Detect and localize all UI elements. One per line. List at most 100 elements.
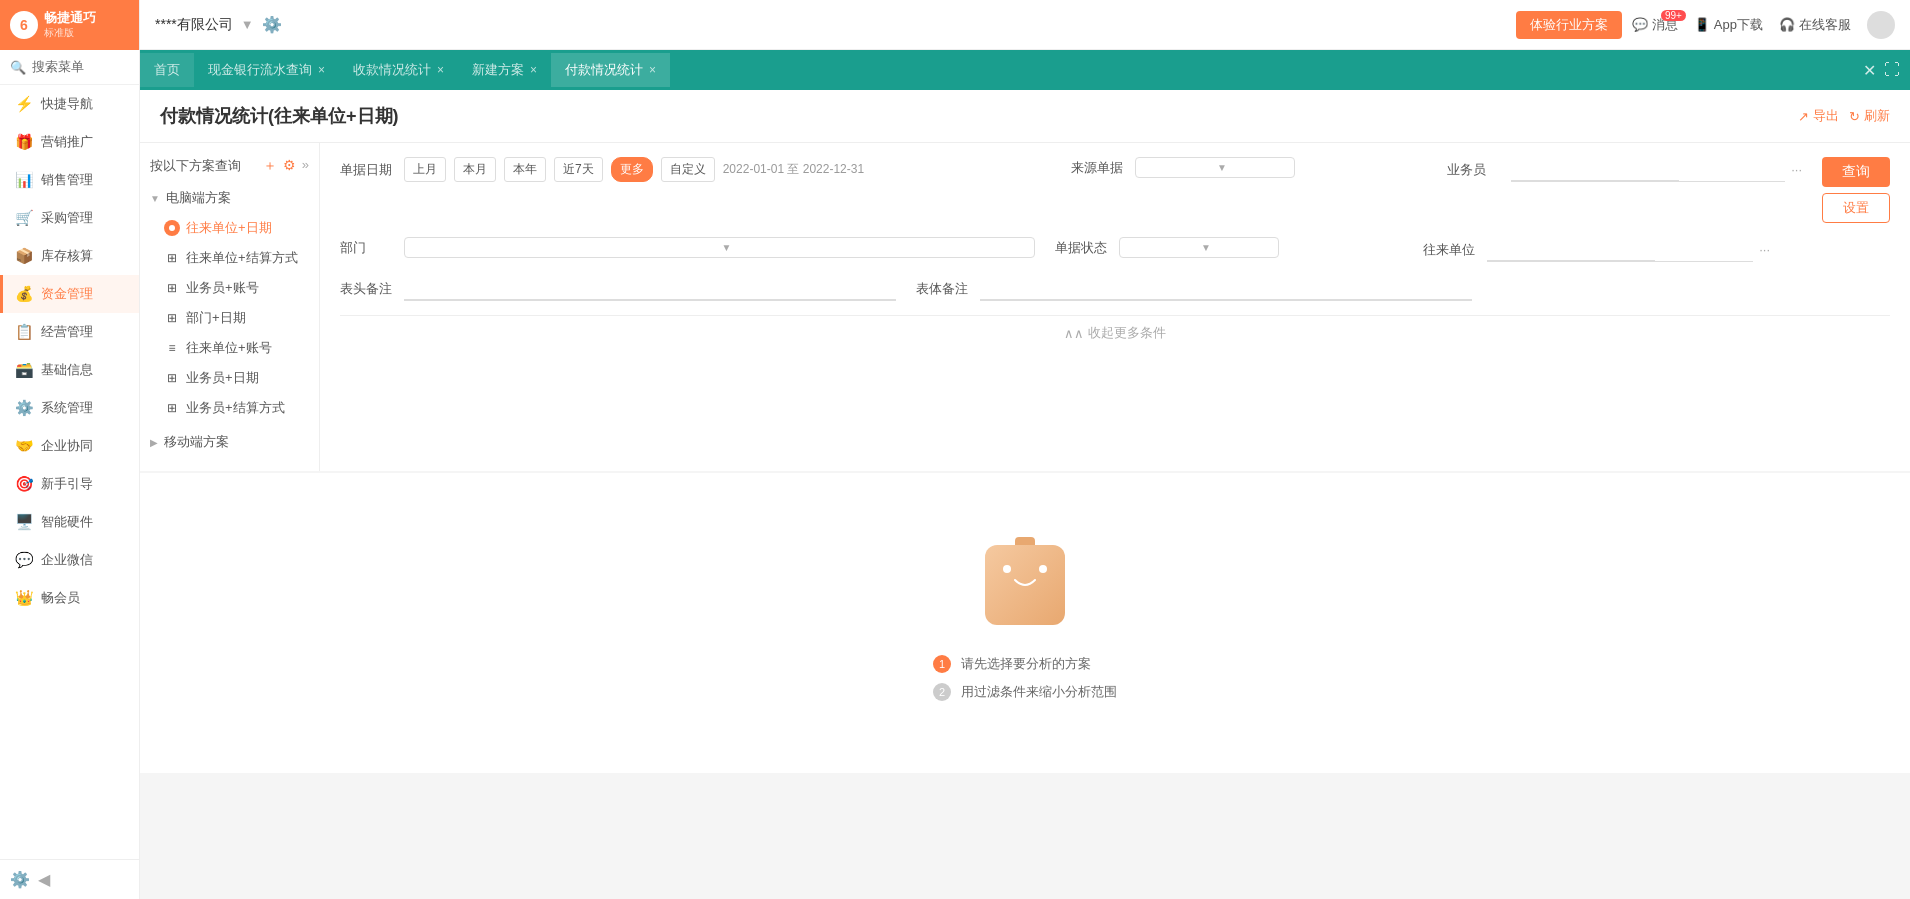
filter-actions: 查询 设置 [1822,157,1890,223]
marketing-icon: 🎁 [15,133,33,151]
refresh-button[interactable]: ↻ 刷新 [1849,107,1890,125]
sidebar-item-basic[interactable]: 🗃️ 基础信息 [0,351,139,389]
sidebar-item-wechat[interactable]: 💬 企业微信 [0,541,139,579]
logo-area: 6 畅捷通巧 标准版 [0,0,139,50]
logo-badge: 标准版 [44,26,96,40]
staff-label: 业务员 [1447,161,1503,179]
messages-btn[interactable]: 💬 消息 99+ [1632,16,1678,34]
export-button[interactable]: ↗ 导出 [1798,107,1839,125]
scheme-item-dept-date[interactable]: ⊞ 部门+日期 [140,303,319,333]
tab-payments-close[interactable]: × [649,63,656,77]
scheme-staff-date-label: 业务员+日期 [186,369,259,387]
tab-maximize-icon[interactable]: ⛶ [1884,61,1900,79]
scheme-item-partner-settle[interactable]: ⊞ 往来单位+结算方式 [140,243,319,273]
tab-cashflow[interactable]: 现金银行流水查询 × [194,53,339,87]
app-download-label: App下载 [1714,16,1763,34]
scheme-settings-icon[interactable]: ⚙ [283,157,296,175]
scheme-item-partner-date[interactable]: 往来单位+日期 [140,213,319,243]
sidebar-item-marketing[interactable]: 🎁 营销推广 [0,123,139,161]
trial-button[interactable]: 体验行业方案 [1516,11,1622,39]
robot-left-eye [1003,565,1011,573]
last7-btn[interactable]: 近7天 [554,157,603,182]
scheme-item-staff-date[interactable]: ⊞ 业务员+日期 [140,363,319,393]
pc-group-label: 电脑端方案 [166,189,231,207]
guide-label: 新手引导 [41,475,93,493]
collapse-sidebar-btn[interactable]: ◀ [38,870,50,889]
export-label: 导出 [1813,107,1839,125]
sidebar-item-quick-nav[interactable]: ⚡ 快捷导航 [0,85,139,123]
filter-partner: 往来单位 ··· [1423,237,1771,262]
settings-button[interactable]: 设置 [1822,193,1890,223]
pc-scheme-group-title[interactable]: ▼ 电脑端方案 [140,183,319,213]
dept-select[interactable]: ▼ [404,237,1035,258]
enterprise-icon: 🤝 [15,437,33,455]
tab-cashflow-close[interactable]: × [318,63,325,77]
doc-status-select[interactable]: ▼ [1119,237,1279,258]
tab-payments[interactable]: 付款情况统计 × [551,53,670,87]
search-icon: 🔍 [10,60,26,75]
source-doc-select[interactable]: ▼ [1135,157,1295,178]
online-service-btn[interactable]: 🎧 在线客服 [1779,16,1851,34]
member-icon: 👑 [15,589,33,607]
mobile-scheme-group-title[interactable]: ▶ 移动端方案 [140,427,319,457]
app-download-btn[interactable]: 📱 App下载 [1694,16,1763,34]
sidebar-item-enterprise[interactable]: 🤝 企业协同 [0,427,139,465]
sidebar-item-finance[interactable]: 💰 资金管理 [0,275,139,313]
company-dropdown-icon[interactable]: ▼ [241,17,254,32]
source-doc-label: 来源单据 [1071,159,1127,177]
scheme-bar-icon: ≡ [164,340,180,356]
scheme-item-staff-settle[interactable]: ⊞ 业务员+结算方式 [140,393,319,423]
query-button[interactable]: 查询 [1822,157,1890,187]
scheme-header: 按以下方案查询 ＋ ⚙ » [140,153,319,183]
sidebar-item-member[interactable]: 👑 畅会员 [0,579,139,617]
staff-more-icon[interactable]: ··· [1791,162,1802,177]
sidebar-item-inventory[interactable]: 📦 库存核算 [0,237,139,275]
sidebar-item-guide[interactable]: 🎯 新手引导 [0,465,139,503]
sidebar-item-purchase[interactable]: 🛒 采购管理 [0,199,139,237]
this-year-btn[interactable]: 本年 [504,157,546,182]
tab-home[interactable]: 首页 [140,53,194,87]
header-settings-icon[interactable]: ⚙️ [262,15,282,34]
last-month-btn[interactable]: 上月 [404,157,446,182]
basic-label: 基础信息 [41,361,93,379]
system-label: 系统管理 [41,399,93,417]
tab-receipts-close[interactable]: × [437,63,444,77]
wechat-icon: 💬 [15,551,33,569]
logo-icon: 6 [10,11,38,39]
doc-status-arrow-icon: ▼ [1201,242,1270,253]
sidebar-item-operation[interactable]: 📋 经营管理 [0,313,139,351]
tab-new-plan-close[interactable]: × [530,63,537,77]
search-menu[interactable]: 🔍 搜索菜单 [0,50,139,85]
sidebar-item-hardware[interactable]: 🖥️ 智能硬件 [0,503,139,541]
message-icon: 💬 [1632,17,1648,32]
partner-more-icon[interactable]: ··· [1759,242,1770,257]
empty-step-2: 2 用过滤条件来缩小分析范围 [933,683,1117,701]
filter-body-note: 表体备注 [916,276,1472,301]
tab-receipts[interactable]: 收款情况统计 × [339,53,458,87]
sidebar-item-sales[interactable]: 📊 销售管理 [0,161,139,199]
partner-input[interactable] [1487,237,1655,261]
custom-btn[interactable]: 自定义 [661,157,715,182]
sidebar-item-system[interactable]: ⚙️ 系统管理 [0,389,139,427]
tab-new-plan[interactable]: 新建方案 × [458,53,551,87]
collapse-conditions-btn[interactable]: ∧∧ 收起更多条件 [1064,324,1166,342]
filter-source-doc: 来源单据 ▼ [1071,157,1427,178]
pc-scheme-group: ▼ 电脑端方案 往来单位+日期 ⊞ 往来单位+结算方式 ⊞ 业务员+账号 [140,183,319,423]
sidebar: 6 畅捷通巧 标准版 🔍 搜索菜单 ⚡ 快捷导航 🎁 营销推广 📊 销售管理 🛒… [0,0,140,899]
this-month-btn[interactable]: 本月 [454,157,496,182]
staff-input[interactable] [1511,157,1679,181]
scheme-add-icon[interactable]: ＋ [263,157,277,175]
user-avatar[interactable] [1867,11,1895,39]
settings-footer-btn[interactable]: ⚙️ [10,870,30,889]
partner-input-wrapper [1487,237,1754,262]
scheme-grid-icon-3: ⊞ [164,310,180,326]
tab-close-all-icon[interactable]: ✕ [1863,61,1876,80]
scheme-item-staff-account[interactable]: ⊞ 业务员+账号 [140,273,319,303]
scheme-item-partner-account[interactable]: ≡ 往来单位+账号 [140,333,319,363]
more-btn[interactable]: 更多 [611,157,653,182]
head-note-input[interactable] [404,276,896,300]
staff-input-wrapper [1511,157,1786,182]
body-note-input[interactable] [980,276,1472,300]
date-filter-buttons: 上月 本月 本年 近7天 更多 自定义 2022-01-01 至 2022-12… [404,157,864,182]
scheme-collapse-icon[interactable]: » [302,157,309,175]
